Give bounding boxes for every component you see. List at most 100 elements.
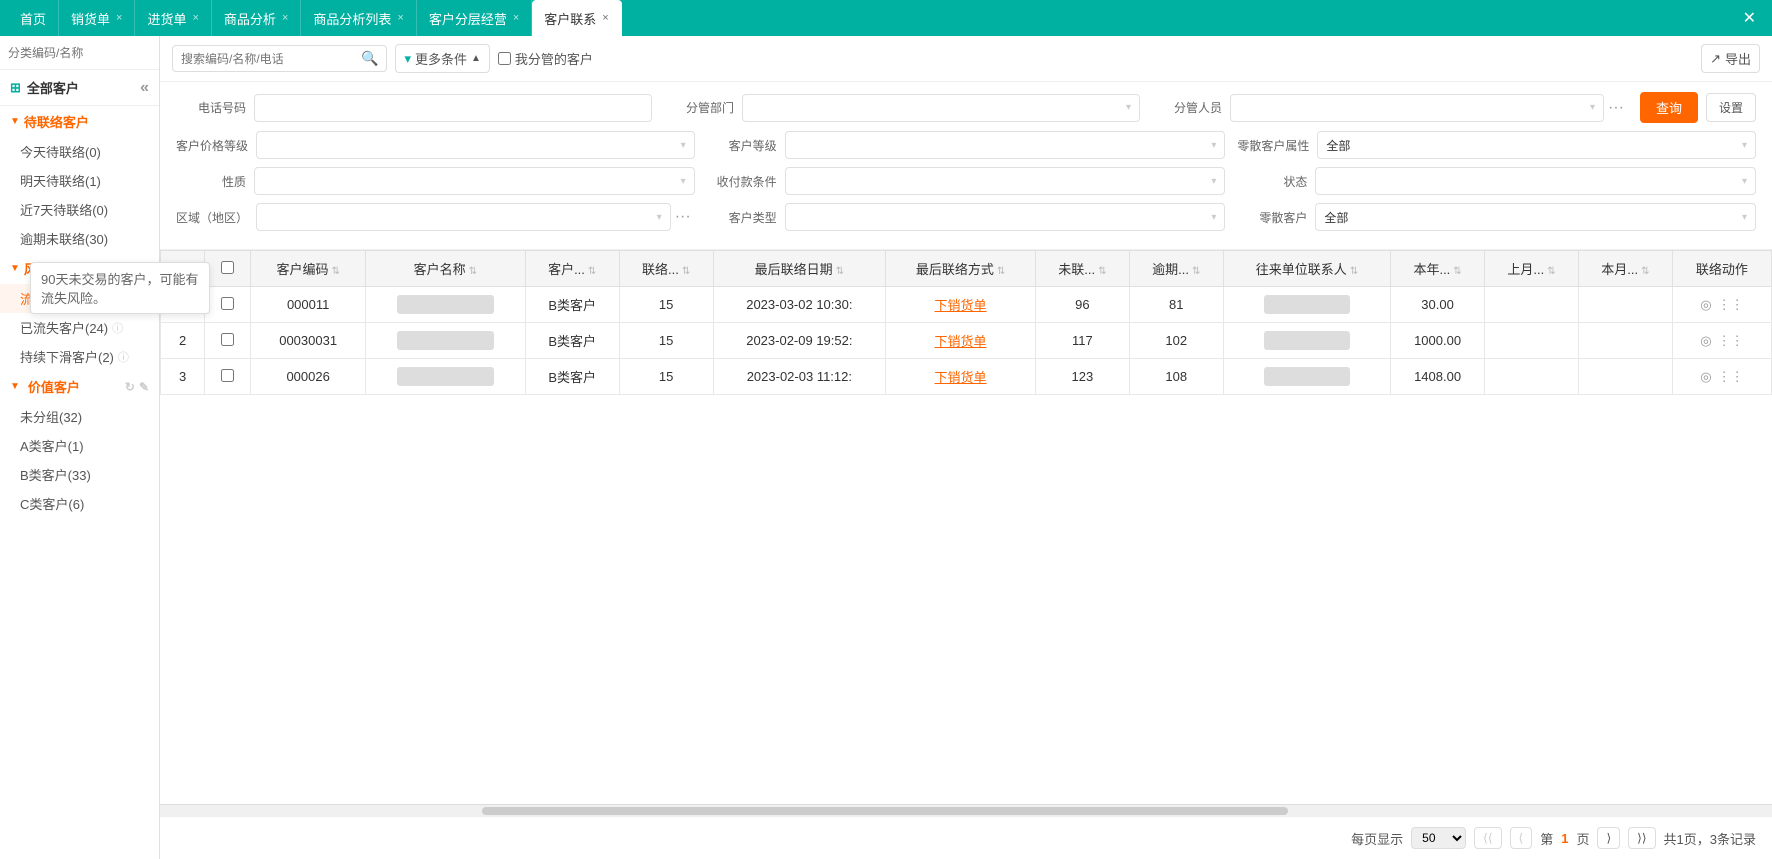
more-action-icon[interactable]: ⋮⋮ bbox=[1718, 369, 1744, 385]
phone-input[interactable] bbox=[254, 94, 652, 122]
th-overdue[interactable]: 逾期...⇅ bbox=[1129, 251, 1223, 287]
th-uncontacted[interactable]: 未联...⇅ bbox=[1035, 251, 1129, 287]
tab-purchase-order[interactable]: 进货单 × bbox=[135, 0, 211, 36]
last-page-button[interactable]: ⟩⟩ bbox=[1628, 827, 1655, 849]
th-this-month[interactable]: 本月...⇅ bbox=[1578, 251, 1672, 287]
more-action-icon[interactable]: ⋮⋮ bbox=[1718, 333, 1744, 349]
table-row: 1 000011 ████ B类客户 15 2023-03-02 10:30: … bbox=[161, 287, 1772, 323]
row-checkbox[interactable] bbox=[221, 297, 234, 310]
my-customers-checkbox[interactable] bbox=[498, 52, 511, 65]
filter-field-status: 状态 ▾ bbox=[1237, 167, 1756, 195]
th-this-year[interactable]: 本年...⇅ bbox=[1391, 251, 1485, 287]
close-icon[interactable]: × bbox=[116, 12, 122, 24]
close-icon[interactable]: × bbox=[513, 12, 519, 24]
chevron-down-icon: ▾ bbox=[681, 140, 686, 151]
close-icon[interactable]: × bbox=[282, 12, 288, 24]
tab-customer-contact[interactable]: 客户联系 × bbox=[532, 0, 621, 36]
cell-checkbox[interactable] bbox=[205, 359, 251, 395]
horizontal-scrollbar[interactable] bbox=[160, 804, 1772, 816]
cell-checkbox[interactable] bbox=[205, 287, 251, 323]
content-area: 🔍 ▾ 更多条件 ▲ 我分管的客户 ↗ 导出 电话号码 bbox=[160, 36, 1772, 859]
sidebar-item-unclassified[interactable]: 未分组(32) bbox=[0, 402, 159, 431]
sidebar-item-tomorrow-pending[interactable]: 明天待联络(1) bbox=[0, 166, 159, 195]
select-all-checkbox[interactable] bbox=[221, 261, 234, 274]
th-code[interactable]: 客户编码⇅ bbox=[251, 251, 365, 287]
sidebar-search-input[interactable] bbox=[8, 46, 160, 60]
refresh-icon[interactable]: ↻ bbox=[125, 380, 135, 394]
department-select[interactable]: ▾ bbox=[742, 94, 1140, 122]
sidebar-item-class-a[interactable]: A类客户(1) bbox=[0, 431, 159, 460]
filter-search-button[interactable]: 🔍 bbox=[361, 50, 378, 67]
row-checkbox[interactable] bbox=[221, 369, 234, 382]
my-customers-checkbox-label[interactable]: 我分管的客户 bbox=[498, 49, 593, 68]
sidebar-item-churned[interactable]: 已流失客户(24) ⓘ bbox=[0, 313, 159, 342]
retail-attr-select[interactable]: 全部 ▾ bbox=[1317, 131, 1756, 159]
sidebar-all-customers[interactable]: ⊞ 全部客户 « bbox=[0, 70, 159, 106]
sidebar-item-overdue-pending[interactable]: 逾期未联络(30) bbox=[0, 224, 159, 253]
sidebar-item-today-pending[interactable]: 今天待联络(0) bbox=[0, 137, 159, 166]
sidebar-group-value[interactable]: ▼ 价值客户 ↻ ✎ bbox=[0, 371, 159, 402]
payment-select[interactable]: ▾ bbox=[785, 167, 1226, 195]
manager-select[interactable]: ▾ bbox=[1230, 94, 1604, 122]
th-contacts[interactable]: 往来单位联系人⇅ bbox=[1223, 251, 1390, 287]
cell-contact-count: 15 bbox=[619, 359, 713, 395]
th-checkbox[interactable] bbox=[205, 251, 251, 287]
filter-search-input[interactable] bbox=[181, 52, 361, 66]
cell-last-method[interactable]: 下销货单 bbox=[886, 323, 1036, 359]
prev-page-button[interactable]: ⟨ bbox=[1510, 827, 1533, 849]
status-select[interactable]: ▾ bbox=[1315, 167, 1756, 195]
price-grade-select[interactable]: ▾ bbox=[256, 131, 695, 159]
th-last-month[interactable]: 上月...⇅ bbox=[1485, 251, 1579, 287]
tab-product-analysis[interactable]: 商品分析 × bbox=[212, 0, 301, 36]
nature-select[interactable]: ▾ bbox=[254, 167, 695, 195]
sidebar: 🔍 ⊞ 全部客户 « ▼ 待联络客户 今天待联络(0) 明天待联络(1) 近7天… bbox=[0, 36, 160, 859]
edit-icon[interactable]: ✎ bbox=[139, 380, 149, 394]
page-size-select[interactable]: 50 100 200 bbox=[1411, 827, 1466, 849]
cell-checkbox[interactable] bbox=[205, 323, 251, 359]
more-action-icon[interactable]: ⋮⋮ bbox=[1718, 297, 1744, 313]
th-name[interactable]: 客户名称⇅ bbox=[365, 251, 525, 287]
export-button[interactable]: ↗ 导出 bbox=[1701, 44, 1760, 73]
tab-sales-order[interactable]: 销货单 × bbox=[59, 0, 135, 36]
contact-icon[interactable]: ◎ bbox=[1700, 369, 1711, 385]
contact-icon[interactable]: ◎ bbox=[1700, 297, 1711, 313]
th-contact[interactable]: 联络...⇅ bbox=[619, 251, 713, 287]
region-select[interactable]: ▾ bbox=[256, 203, 671, 231]
retail-select[interactable]: 全部 ▾ bbox=[1315, 203, 1756, 231]
collapse-icon[interactable]: « bbox=[140, 79, 149, 97]
row-checkbox[interactable] bbox=[221, 333, 234, 346]
contact-method-link[interactable]: 下销货单 bbox=[935, 370, 987, 385]
customer-type-select[interactable]: ▾ bbox=[785, 203, 1226, 231]
sidebar-item-declining[interactable]: 持续下滑客户(2) ⓘ bbox=[0, 342, 159, 371]
tab-customer-segment[interactable]: 客户分层经营 × bbox=[417, 0, 532, 36]
th-last-method[interactable]: 最后联络方式⇅ bbox=[886, 251, 1036, 287]
sidebar-item-7days-pending[interactable]: 近7天待联络(0) bbox=[0, 195, 159, 224]
window-close-button[interactable]: ✕ bbox=[1735, 8, 1764, 28]
scrollbar-thumb[interactable] bbox=[482, 807, 1288, 815]
filter-field-retail: 零散客户 全部 ▾ bbox=[1237, 203, 1756, 231]
contact-method-link[interactable]: 下销货单 bbox=[935, 334, 987, 349]
tab-product-analysis-list[interactable]: 商品分析列表 × bbox=[301, 0, 416, 36]
next-page-button[interactable]: ⟩ bbox=[1597, 827, 1620, 849]
close-icon[interactable]: × bbox=[397, 12, 403, 24]
cell-last-method[interactable]: 下销货单 bbox=[886, 287, 1036, 323]
first-page-button[interactable]: ⟨⟨ bbox=[1474, 827, 1501, 849]
sidebar-group-pending[interactable]: ▼ 待联络客户 bbox=[0, 106, 159, 137]
contact-method-link[interactable]: 下销货单 bbox=[935, 298, 987, 313]
th-last-date[interactable]: 最后联络日期⇅ bbox=[713, 251, 886, 287]
region-more-icon[interactable]: ··· bbox=[671, 208, 695, 226]
sidebar-item-class-c[interactable]: C类客户(6) bbox=[0, 489, 159, 518]
close-icon[interactable]: × bbox=[602, 12, 608, 24]
manager-more-icon[interactable]: ··· bbox=[1604, 99, 1628, 117]
contact-icon[interactable]: ◎ bbox=[1700, 333, 1711, 349]
cell-last-method[interactable]: 下销货单 bbox=[886, 359, 1036, 395]
settings-button[interactable]: 设置 bbox=[1706, 93, 1756, 122]
filter-more-conditions[interactable]: ▾ 更多条件 ▲ bbox=[395, 44, 489, 73]
th-customer-type[interactable]: 客户...⇅ bbox=[525, 251, 619, 287]
cell-action: ◎ ⋮⋮ bbox=[1672, 287, 1771, 323]
customer-grade-select[interactable]: ▾ bbox=[785, 131, 1226, 159]
tab-home[interactable]: 首页 bbox=[8, 0, 59, 36]
close-icon[interactable]: × bbox=[192, 12, 198, 24]
sidebar-item-class-b[interactable]: B类客户(33) bbox=[0, 460, 159, 489]
query-button[interactable]: 查询 bbox=[1640, 92, 1698, 123]
